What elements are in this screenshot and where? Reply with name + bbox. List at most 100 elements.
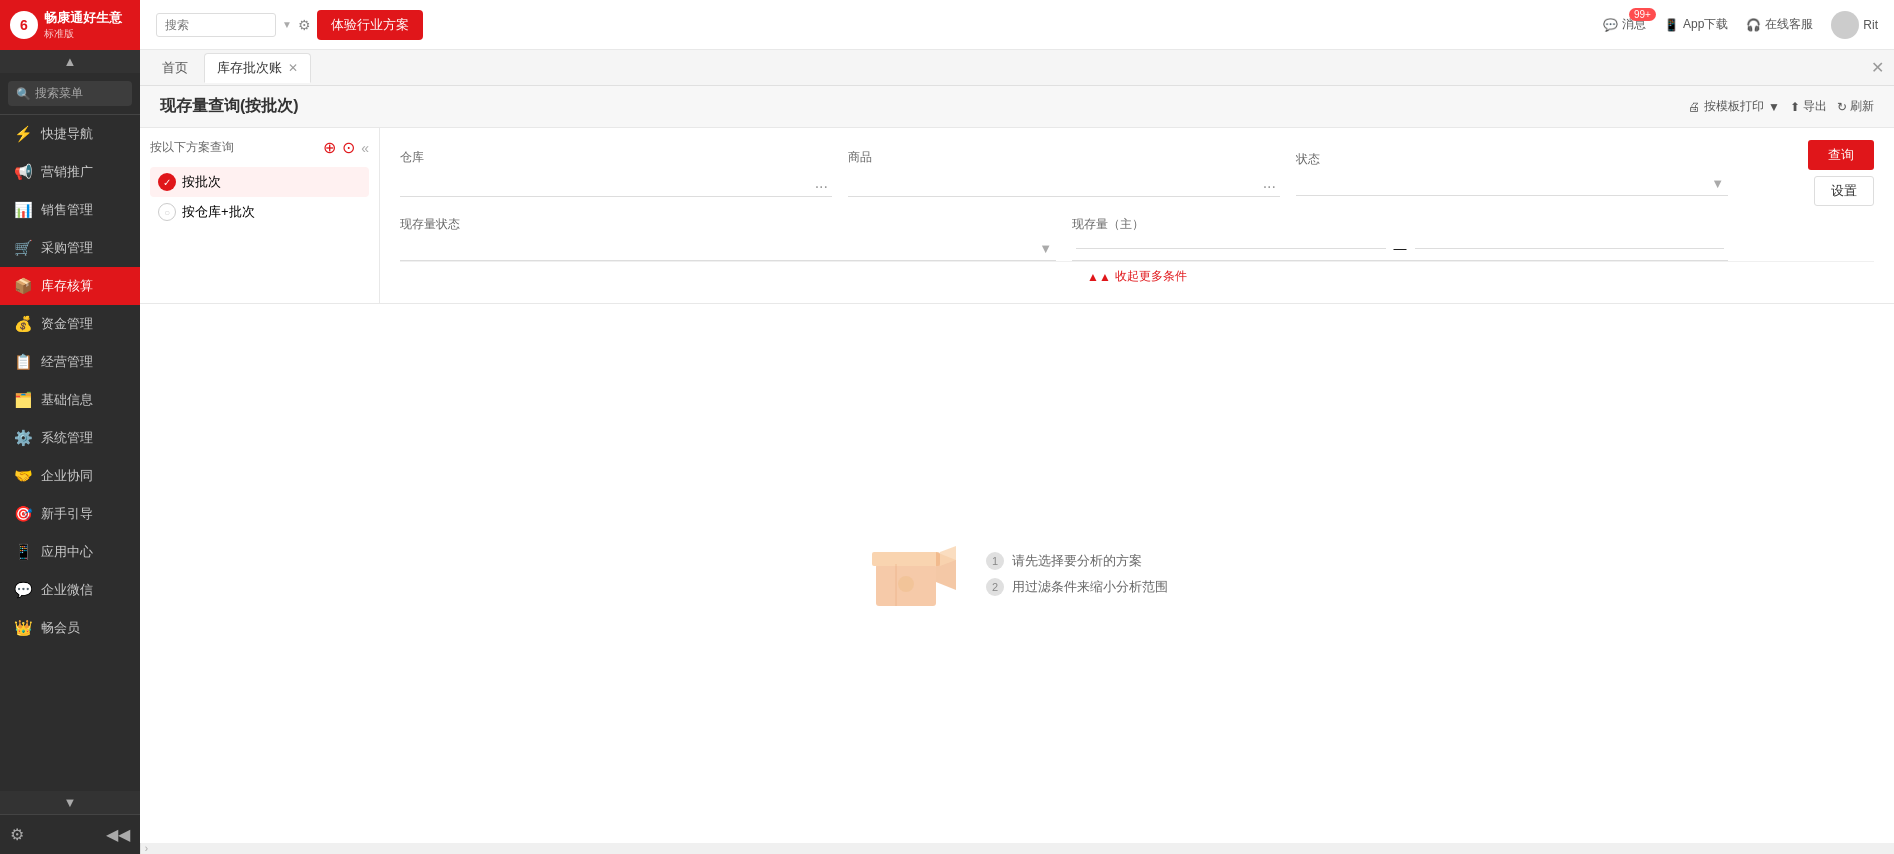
collapse-filter-button[interactable]: ▲▲ 收起更多条件 — [400, 261, 1874, 291]
empty-box-svg — [866, 534, 956, 614]
template-print-button[interactable]: 🖨 按模板打印 ▼ — [1688, 98, 1780, 115]
filter-left-actions: ⊕ ⊙ « — [323, 138, 369, 157]
sidebar-item-enterprise[interactable]: 🤝 企业协同 — [0, 457, 140, 495]
sidebar-item-purchase[interactable]: 🛒 采购管理 — [0, 229, 140, 267]
main-area: ▼ ⚙ 体验行业方案 💬 消息 99+ 📱 App下载 🎧 在线客服 Rit — [140, 0, 1894, 854]
template-dropdown-icon[interactable]: ▼ — [1768, 100, 1780, 114]
tab-inventory-batch[interactable]: 库存批次账 ✕ — [204, 53, 311, 83]
topbar-dropdown-icon[interactable]: ▼ — [282, 19, 292, 30]
user-avatar — [1831, 11, 1859, 39]
sidebar-scroll-up[interactable]: ▲ — [0, 50, 140, 73]
sidebar-item-quick[interactable]: ⚡ 快捷导航 — [0, 115, 140, 153]
product-input[interactable]: ... — [848, 170, 1280, 197]
status-input[interactable]: ▼ — [1296, 172, 1728, 196]
sidebar-item-wechat[interactable]: 💬 企业微信 — [0, 571, 140, 609]
sidebar-item-operation[interactable]: 📋 经营管理 — [0, 343, 140, 381]
sales-icon: 📊 — [14, 201, 33, 219]
empty-steps: 1 请先选择要分析的方案 2 用过滤条件来缩小分析范围 — [986, 552, 1168, 596]
topbar-customer-service[interactable]: 🎧 在线客服 — [1746, 16, 1813, 33]
collapse-left-icon[interactable]: « — [361, 140, 369, 156]
print-icon: 🖨 — [1688, 100, 1700, 114]
message-badge: 99+ — [1629, 8, 1656, 21]
svg-point-5 — [898, 576, 914, 592]
filter-status-field: 状态 ▼ — [1296, 151, 1728, 196]
step-2-number: 2 — [986, 578, 1004, 596]
scheme-by-warehouse-batch[interactable]: ○ 按仓库+批次 — [150, 197, 369, 227]
empty-state: 1 请先选择要分析的方案 2 用过滤条件来缩小分析范围 — [140, 304, 1894, 843]
add-scheme-icon[interactable]: ⊕ — [323, 138, 336, 157]
sidebar-item-sales[interactable]: 📊 销售管理 — [0, 191, 140, 229]
tab-home[interactable]: 首页 — [150, 53, 200, 83]
content-area: 现存量查询(按批次) 🖨 按模板打印 ▼ ⬆ 导出 ↻ 刷新 — [140, 86, 1894, 843]
inventory-status-select[interactable]: ▼ — [400, 237, 1056, 261]
scheme-inactive-icon: ○ — [158, 203, 176, 221]
sidebar-item-basic[interactable]: 🗂️ 基础信息 — [0, 381, 140, 419]
sidebar-search[interactable]: 🔍 搜索菜单 — [0, 73, 140, 115]
system-icon: ⚙️ — [14, 429, 33, 447]
scheme-settings-icon[interactable]: ⊙ — [342, 138, 355, 157]
tabbar: 首页 库存批次账 ✕ ✕ — [140, 50, 1894, 86]
refresh-button[interactable]: ↻ 刷新 — [1837, 98, 1874, 115]
filter-warehouse-field: 仓库 ... — [400, 149, 832, 197]
topbar-app-download[interactable]: 📱 App下载 — [1664, 16, 1728, 33]
sidebar: 6 畅康通好生意 标准版 ▲ 🔍 搜索菜单 ⚡ 快捷导航 📢 营销推广 📊 销售… — [0, 0, 140, 854]
sidebar-item-appstore[interactable]: 📱 应用中心 — [0, 533, 140, 571]
sidebar-header-text: 畅康通好生意 标准版 — [44, 10, 122, 40]
trial-button[interactable]: 体验行业方案 — [317, 10, 423, 40]
search-icon: 🔍 — [16, 87, 31, 101]
topbar-user[interactable]: Rit — [1831, 11, 1878, 39]
sidebar-item-guide[interactable]: 🎯 新手引导 — [0, 495, 140, 533]
topbar-breadcrumb: ▼ ⚙ 体验行业方案 — [156, 10, 1593, 40]
sidebar-collapse-icon[interactable]: ◀◀ — [106, 825, 130, 844]
warehouse-input[interactable]: ... — [400, 170, 832, 197]
export-button[interactable]: ⬆ 导出 — [1790, 98, 1827, 115]
status-dropdown-icon[interactable]: ▼ — [1711, 176, 1724, 191]
filter-left-panel: 按以下方案查询 ⊕ ⊙ « ✓ 按批次 ○ 按仓库+批次 — [140, 128, 380, 303]
settings-button[interactable]: 设置 — [1814, 176, 1874, 206]
finance-icon: 💰 — [14, 315, 33, 333]
topbar-gear-icon[interactable]: ⚙ — [298, 17, 311, 33]
sidebar-item-inventory[interactable]: 📦 库存核算 — [0, 267, 140, 305]
topbar-search-input[interactable] — [156, 13, 276, 37]
sidebar-item-system[interactable]: ⚙️ 系统管理 — [0, 419, 140, 457]
inventory-qty-input[interactable]: — — [1072, 237, 1728, 261]
page-header: 现存量查询(按批次) 🖨 按模板打印 ▼ ⬆ 导出 ↻ 刷新 — [140, 86, 1894, 128]
sidebar-item-member[interactable]: 👑 畅会员 — [0, 609, 140, 647]
inventory-icon: 📦 — [14, 277, 33, 295]
right-collapse-handle[interactable]: › — [140, 843, 152, 854]
scheme-by-batch[interactable]: ✓ 按批次 — [150, 167, 369, 197]
empty-step-2: 2 用过滤条件来缩小分析范围 — [986, 578, 1168, 596]
message-icon: 💬 — [1603, 18, 1618, 32]
empty-step-1: 1 请先选择要分析的方案 — [986, 552, 1168, 570]
svg-rect-1 — [872, 552, 940, 566]
filter-left-header: 按以下方案查询 ⊕ ⊙ « — [150, 138, 369, 157]
qty-range-input-start[interactable] — [1076, 248, 1386, 249]
empty-illustration: 1 请先选择要分析的方案 2 用过滤条件来缩小分析范围 — [866, 534, 1168, 614]
collapse-up-icon: ▲▲ — [1087, 270, 1111, 284]
appstore-icon: 📱 — [14, 543, 33, 561]
settings-footer-icon[interactable]: ⚙ — [10, 825, 24, 844]
status-select-dropdown-icon[interactable]: ▼ — [1039, 241, 1052, 256]
filter-right-panel: 仓库 ... 商品 ... 状态 — [380, 128, 1894, 303]
topbar-message[interactable]: 💬 消息 99+ — [1603, 16, 1646, 33]
qty-range-input-end[interactable] — [1415, 248, 1725, 249]
sidebar-header: 6 畅康通好生意 标准版 — [0, 0, 140, 50]
sidebar-scroll-down[interactable]: ▼ — [0, 791, 140, 814]
topbar: ▼ ⚙ 体验行业方案 💬 消息 99+ 📱 App下载 🎧 在线客服 Rit — [140, 0, 1894, 50]
sidebar-item-finance[interactable]: 💰 资金管理 — [0, 305, 140, 343]
sidebar-footer: ⚙ ◀◀ — [0, 814, 140, 854]
warehouse-dots-icon[interactable]: ... — [815, 174, 828, 192]
quick-icon: ⚡ — [14, 125, 33, 143]
query-button[interactable]: 查询 — [1808, 140, 1874, 170]
operation-icon: 📋 — [14, 353, 33, 371]
tab-close-icon[interactable]: ✕ — [288, 61, 298, 75]
enterprise-icon: 🤝 — [14, 467, 33, 485]
wechat-icon: 💬 — [14, 581, 33, 599]
purchase-icon: 🛒 — [14, 239, 33, 257]
product-dots-icon[interactable]: ... — [1263, 174, 1276, 192]
filter-row-1: 仓库 ... 商品 ... 状态 — [400, 140, 1874, 206]
basic-icon: 🗂️ — [14, 391, 33, 409]
sidebar-item-marketing[interactable]: 📢 营销推广 — [0, 153, 140, 191]
tab-close-main-icon[interactable]: ✕ — [1871, 58, 1884, 77]
member-icon: 👑 — [14, 619, 33, 637]
